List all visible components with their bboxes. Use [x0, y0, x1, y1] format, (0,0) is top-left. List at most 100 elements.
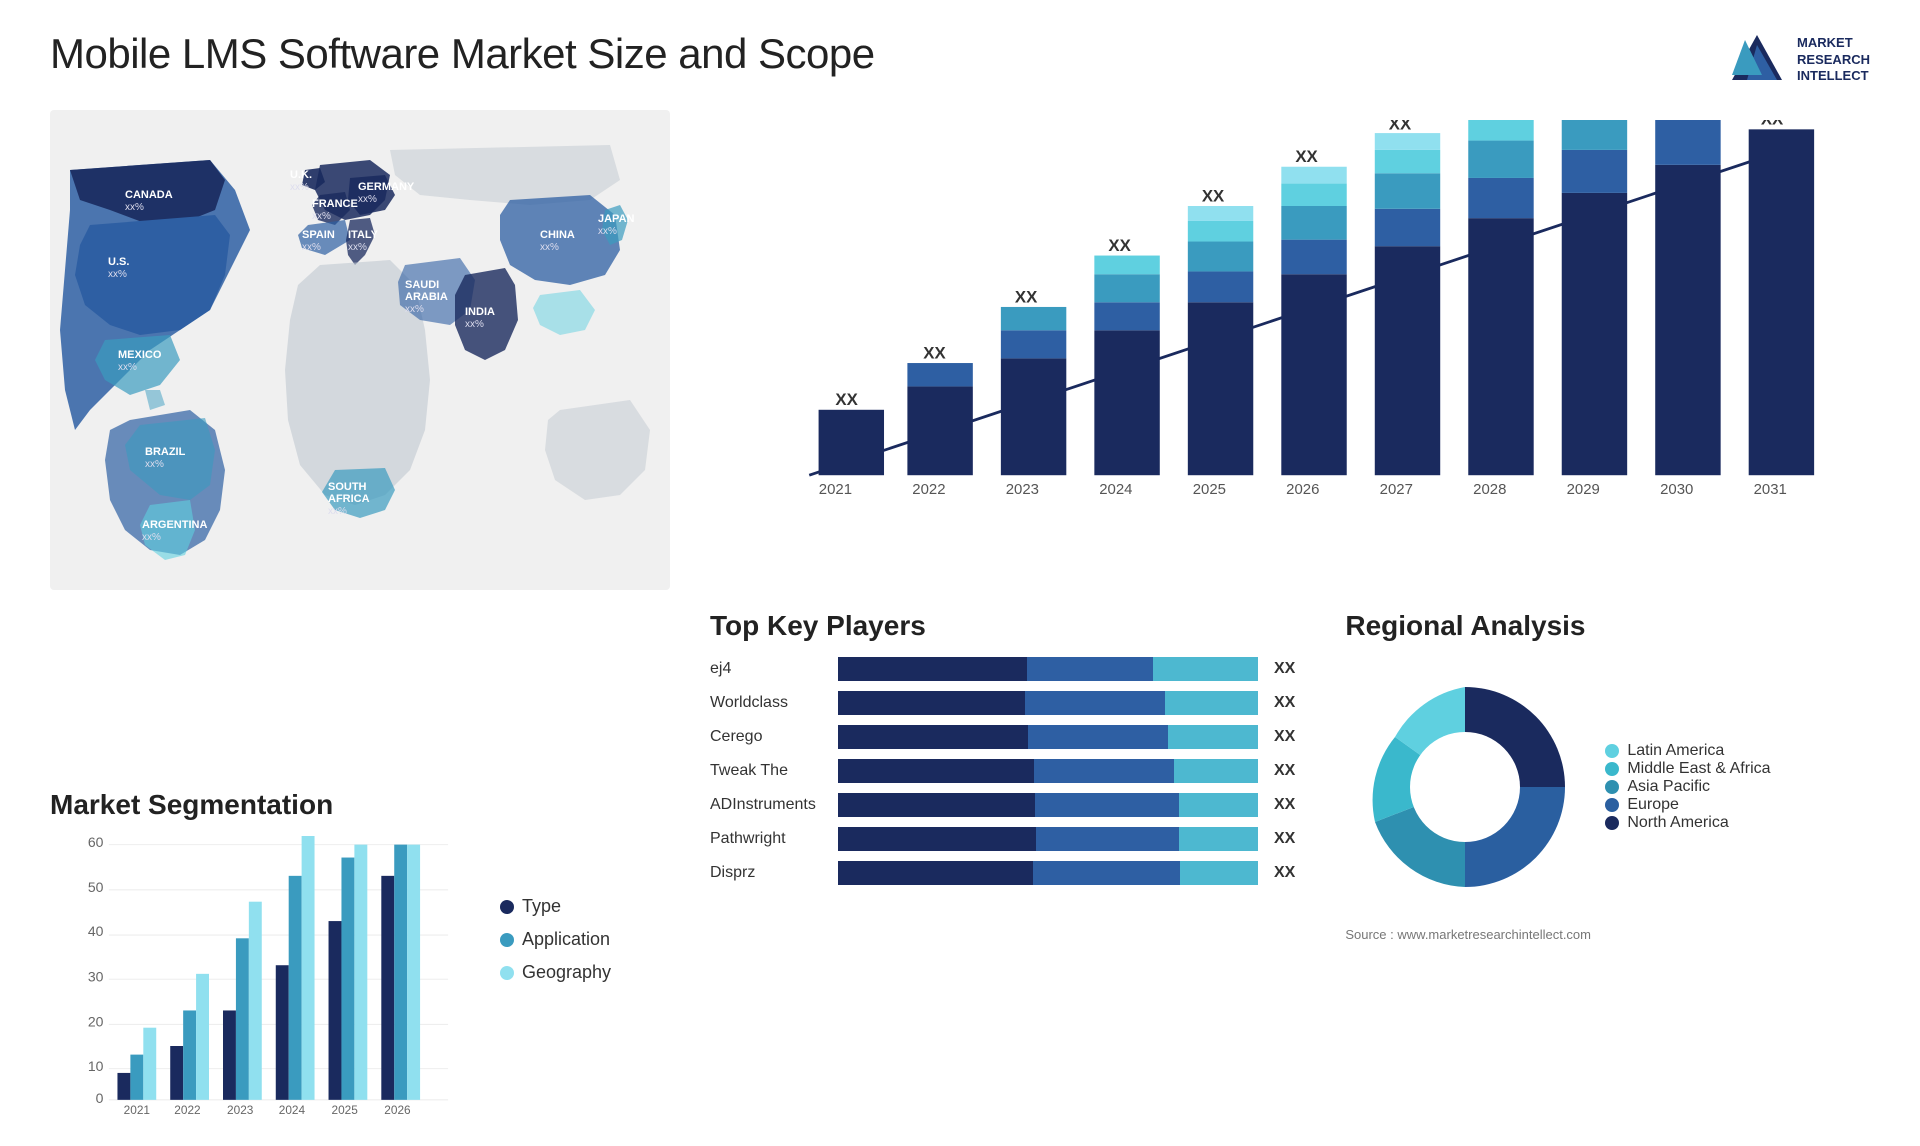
- page-container: Mobile LMS Software Market Size and Scop…: [0, 0, 1920, 1146]
- player-bar-container: [838, 657, 1258, 681]
- svg-text:xx%: xx%: [405, 304, 424, 315]
- regional-legend-dot: [1605, 744, 1619, 758]
- segmentation-title: Market Segmentation: [50, 789, 630, 821]
- player-bar-mid: [1028, 725, 1168, 749]
- svg-text:2027: 2027: [1380, 481, 1413, 498]
- player-row: ej4 XX: [710, 657, 1295, 681]
- svg-text:2023: 2023: [1006, 481, 1039, 498]
- player-row: Tweak The XX: [710, 759, 1295, 783]
- svg-text:xx%: xx%: [312, 211, 331, 222]
- key-players-title: Top Key Players: [710, 610, 1295, 642]
- svg-text:20: 20: [88, 1014, 104, 1030]
- player-bar-container: [838, 691, 1258, 715]
- svg-text:XX: XX: [835, 390, 858, 409]
- svg-text:2022: 2022: [174, 1103, 200, 1116]
- svg-text:SOUTH: SOUTH: [328, 481, 367, 493]
- player-bar-light: [1174, 759, 1258, 783]
- regional-legend-label: Europe: [1627, 796, 1679, 814]
- player-bar-mid: [1034, 759, 1174, 783]
- player-bar-container: [838, 861, 1258, 885]
- svg-text:2025: 2025: [332, 1103, 359, 1116]
- player-bar-light: [1168, 725, 1258, 749]
- svg-text:XX: XX: [1108, 236, 1131, 255]
- player-name: Worldclass: [710, 694, 830, 712]
- svg-text:2029: 2029: [1567, 481, 1600, 498]
- player-name: Disprz: [710, 864, 830, 882]
- svg-text:U.S.: U.S.: [108, 256, 129, 268]
- player-bar-dark: [838, 691, 1025, 715]
- player-value: XX: [1274, 762, 1295, 780]
- svg-text:ARABIA: ARABIA: [405, 291, 448, 303]
- world-map-svg: CANADA xx% U.S. xx% MEXICO xx% BRAZIL xx…: [50, 110, 670, 590]
- player-row: Disprz XX: [710, 861, 1295, 885]
- player-bar-mid: [1036, 827, 1179, 851]
- svg-text:MEXICO: MEXICO: [118, 349, 162, 361]
- player-row: Worldclass XX: [710, 691, 1295, 715]
- world-map-section: CANADA xx% U.S. xx% MEXICO xx% BRAZIL xx…: [50, 110, 670, 590]
- svg-text:30: 30: [88, 968, 104, 984]
- regional-legend-label: Latin America: [1627, 742, 1724, 760]
- player-bar-light: [1153, 657, 1258, 681]
- svg-text:CHINA: CHINA: [540, 229, 575, 241]
- regional-legend-item: Europe: [1605, 796, 1770, 814]
- svg-text:2023: 2023: [227, 1103, 254, 1116]
- svg-text:CANADA: CANADA: [125, 189, 173, 201]
- regional-legend-label: Middle East & Africa: [1627, 760, 1770, 778]
- player-bar-mid: [1027, 657, 1153, 681]
- player-bar-container: [838, 793, 1258, 817]
- page-title: Mobile LMS Software Market Size and Scop…: [50, 30, 875, 78]
- player-bar-dark: [838, 793, 1035, 817]
- regional-section: Regional Analysis: [1345, 610, 1870, 1096]
- regional-title: Regional Analysis: [1345, 610, 1585, 642]
- svg-text:xx%: xx%: [145, 459, 164, 470]
- svg-text:2031: 2031: [1754, 481, 1787, 498]
- player-bar-mid: [1033, 861, 1180, 885]
- regional-legend-item: Asia Pacific: [1605, 778, 1770, 796]
- player-bar-container: [838, 759, 1258, 783]
- player-bar-light: [1179, 793, 1258, 817]
- svg-text:XX: XX: [1389, 120, 1412, 133]
- regional-legend: Latin AmericaMiddle East & AfricaAsia Pa…: [1605, 742, 1770, 832]
- regional-legend-label: Asia Pacific: [1627, 778, 1710, 796]
- svg-text:XX: XX: [1761, 120, 1784, 129]
- legend-dot: [500, 900, 514, 914]
- segmentation-section: Market Segmentation 60 50 40 30 20 10 0: [50, 789, 630, 1116]
- player-bar-light: [1179, 827, 1258, 851]
- player-row: Pathwright XX: [710, 827, 1295, 851]
- player-bar-dark: [838, 725, 1028, 749]
- svg-text:2024: 2024: [1099, 481, 1132, 498]
- regional-legend-item: North America: [1605, 814, 1770, 832]
- donut-and-legend: Latin AmericaMiddle East & AfricaAsia Pa…: [1345, 667, 1770, 907]
- svg-text:2026: 2026: [384, 1103, 411, 1116]
- regional-legend-item: Middle East & Africa: [1605, 760, 1770, 778]
- player-value: XX: [1274, 864, 1295, 882]
- bar-chart-svg: XX XX XX XX: [750, 120, 1850, 550]
- donut-chart: [1345, 667, 1585, 907]
- svg-text:SPAIN: SPAIN: [302, 229, 335, 241]
- svg-text:2028: 2028: [1473, 481, 1506, 498]
- player-bar-light: [1165, 691, 1258, 715]
- legend-label: Type: [522, 896, 561, 917]
- player-name: Cerego: [710, 728, 830, 746]
- svg-text:xx%: xx%: [142, 532, 161, 543]
- svg-text:2030: 2030: [1660, 481, 1693, 498]
- svg-text:xx%: xx%: [348, 242, 367, 253]
- svg-text:xx%: xx%: [125, 202, 144, 213]
- source-text: Source : www.marketresearchintellect.com: [1345, 927, 1591, 942]
- player-value: XX: [1274, 830, 1295, 848]
- svg-text:xx%: xx%: [118, 362, 137, 373]
- svg-text:2021: 2021: [819, 481, 852, 498]
- segmentation-chart-container: 60 50 40 30 20 10 0: [50, 836, 630, 1116]
- legend-item: Type: [500, 896, 630, 917]
- logo-text: MARKET RESEARCH INTELLECT: [1797, 35, 1870, 86]
- svg-text:2026: 2026: [1286, 481, 1319, 498]
- svg-text:10: 10: [88, 1058, 104, 1074]
- bar-chart-section: XX XX XX XX: [690, 110, 1870, 590]
- logo-icon: [1727, 30, 1787, 90]
- svg-text:FRANCE: FRANCE: [312, 198, 358, 210]
- svg-text:INDIA: INDIA: [465, 306, 495, 318]
- svg-text:40: 40: [88, 923, 104, 939]
- player-value: XX: [1274, 728, 1295, 746]
- regional-legend-dot: [1605, 762, 1619, 776]
- svg-text:BRAZIL: BRAZIL: [145, 446, 186, 458]
